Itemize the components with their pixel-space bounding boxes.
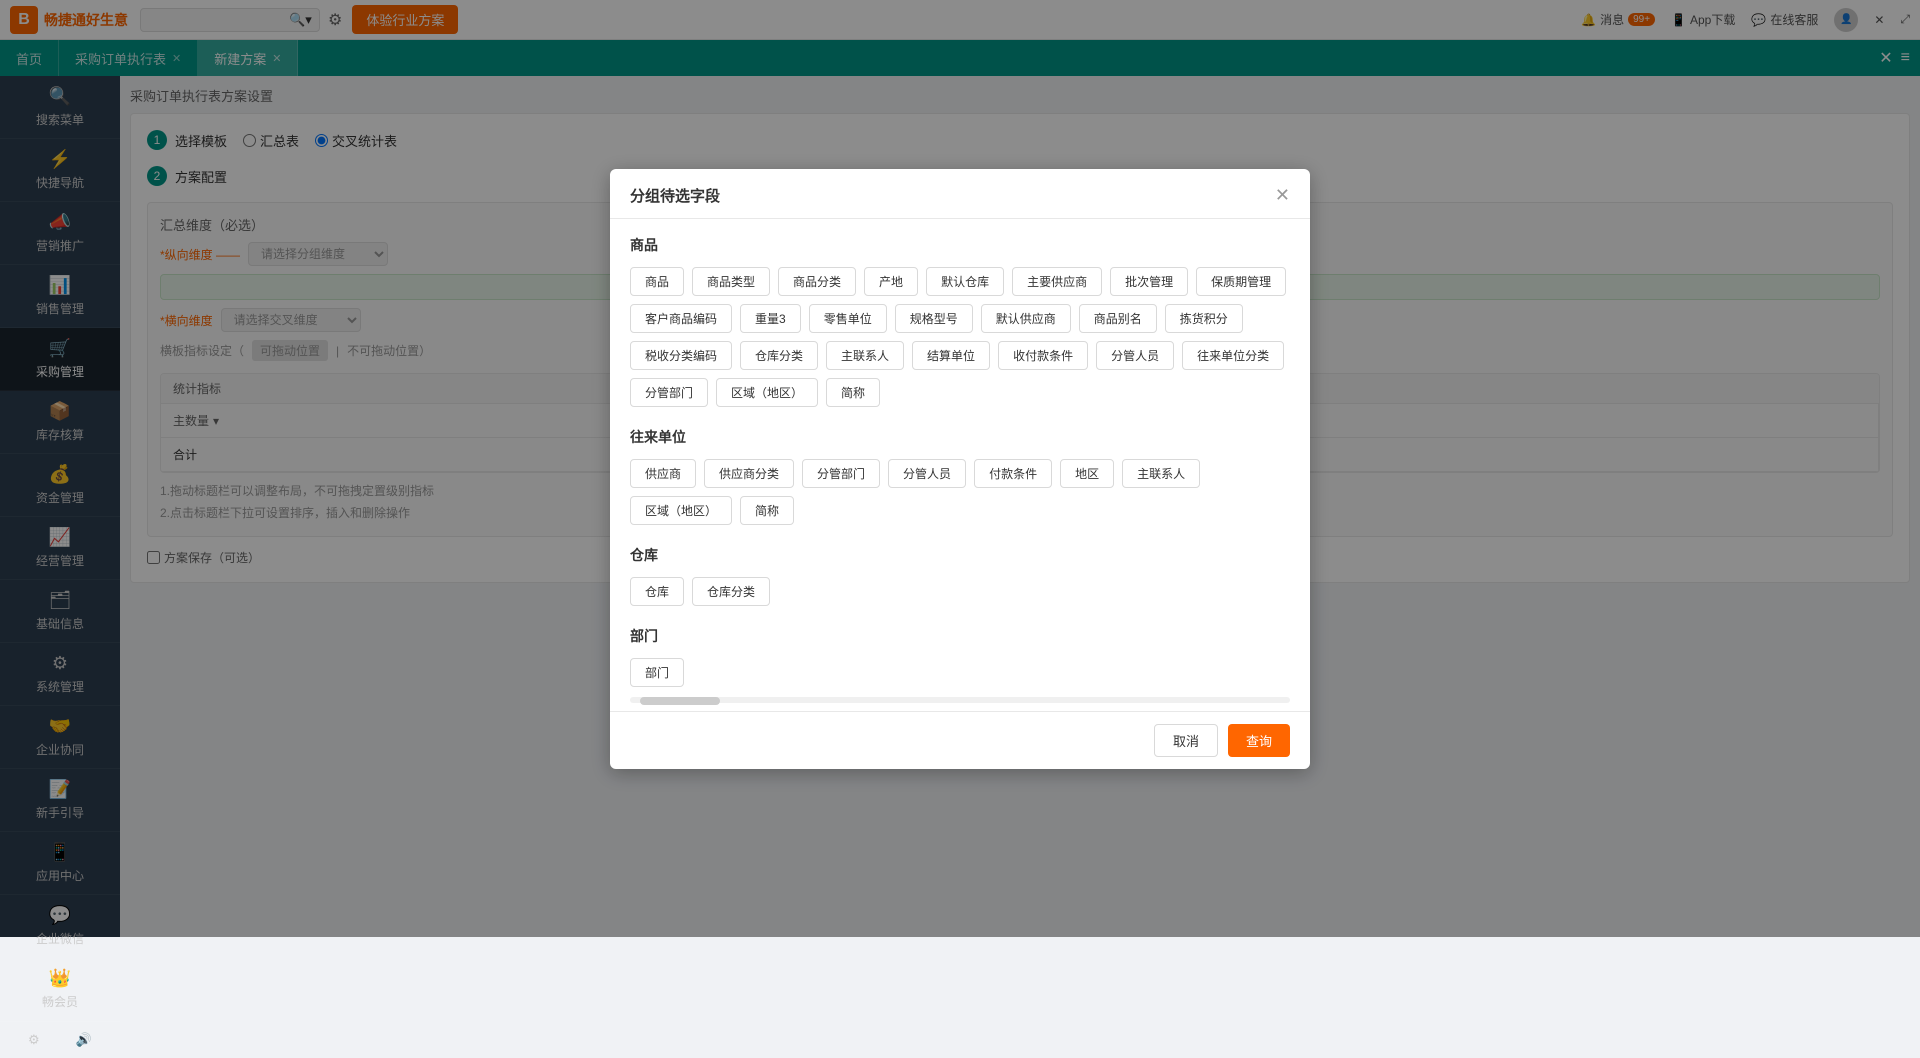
field-settlement-unit[interactable]: 结算单位	[912, 341, 990, 370]
field-district[interactable]: 地区	[1060, 459, 1114, 488]
field-abbr2[interactable]: 简称	[740, 496, 794, 525]
field-retail-unit[interactable]: 零售单位	[809, 304, 887, 333]
field-warehouse-cat[interactable]: 仓库分类	[692, 577, 770, 606]
section-partner-title: 往来单位	[630, 427, 1290, 447]
field-product[interactable]: 商品	[630, 267, 684, 296]
field-product-type[interactable]: 商品类型	[692, 267, 770, 296]
section-warehouse: 仓库 仓库 仓库分类	[630, 545, 1290, 606]
field-spec-model[interactable]: 规格型号	[895, 304, 973, 333]
field-mgmt-dept[interactable]: 分管部门	[802, 459, 880, 488]
modal-close-button[interactable]: ✕	[1275, 185, 1290, 206]
field-region[interactable]: 区域（地区）	[716, 378, 818, 407]
field-product-category[interactable]: 商品分类	[778, 267, 856, 296]
sidebar-audio-icon[interactable]: 🔊	[76, 1032, 92, 1048]
field-abbr[interactable]: 简称	[826, 378, 880, 407]
section-department: 部门 部门	[630, 626, 1290, 687]
modal-footer: 取消 查询	[610, 711, 1310, 769]
field-warehouse-category[interactable]: 仓库分类	[740, 341, 818, 370]
field-customer-code[interactable]: 客户商品编码	[630, 304, 732, 333]
field-supplier-category[interactable]: 供应商分类	[704, 459, 794, 488]
sidebar-item-member[interactable]: 👑 畅会员	[0, 958, 120, 1021]
field-tax-code[interactable]: 税收分类编码	[630, 341, 732, 370]
field-supplier[interactable]: 供应商	[630, 459, 696, 488]
modal-hscroll-thumb[interactable]	[640, 697, 720, 705]
field-payment-terms[interactable]: 收付款条件	[998, 341, 1088, 370]
field-warehouse[interactable]: 仓库	[630, 577, 684, 606]
cancel-button[interactable]: 取消	[1154, 724, 1218, 757]
field-default-supplier[interactable]: 默认供应商	[981, 304, 1071, 333]
member-icon: 👑	[49, 968, 71, 989]
field-select-modal: 分组待选字段 ✕ 商品 商品 商品类型 商品分类 产地 默认仓库 主要供应商 批…	[610, 169, 1310, 769]
field-main-supplier[interactable]: 主要供应商	[1012, 267, 1102, 296]
modal-title: 分组待选字段	[630, 185, 720, 206]
section-warehouse-title: 仓库	[630, 545, 1290, 565]
field-product-alias[interactable]: 商品别名	[1079, 304, 1157, 333]
field-shelf-life[interactable]: 保质期管理	[1196, 267, 1286, 296]
field-payment-condition[interactable]: 付款条件	[974, 459, 1052, 488]
field-default-warehouse[interactable]: 默认仓库	[926, 267, 1004, 296]
section-product: 商品 商品 商品类型 商品分类 产地 默认仓库 主要供应商 批次管理 保质期管理…	[630, 235, 1290, 407]
dept-fields: 部门	[630, 658, 1290, 687]
modal-overlay: 分组待选字段 ✕ 商品 商品 商品类型 商品分类 产地 默认仓库 主要供应商 批…	[0, 0, 1920, 937]
field-weight[interactable]: 重量3	[740, 304, 801, 333]
modal-header: 分组待选字段 ✕	[610, 169, 1310, 219]
sidebar-settings-icon[interactable]: ⚙	[28, 1032, 40, 1048]
product-fields: 商品 商品类型 商品分类 产地 默认仓库 主要供应商 批次管理 保质期管理 客户…	[630, 267, 1290, 407]
modal-body: 商品 商品 商品类型 商品分类 产地 默认仓库 主要供应商 批次管理 保质期管理…	[610, 219, 1310, 698]
field-main-contact2[interactable]: 主联系人	[1122, 459, 1200, 488]
field-batch-manage[interactable]: 批次管理	[1110, 267, 1188, 296]
field-origin[interactable]: 产地	[864, 267, 918, 296]
warehouse-fields: 仓库 仓库分类	[630, 577, 1290, 606]
sidebar-bottom: ⚙ 🔊	[0, 1021, 120, 1058]
field-region2[interactable]: 区域（地区）	[630, 496, 732, 525]
field-supervisor-dept[interactable]: 分管部门	[630, 378, 708, 407]
field-dept[interactable]: 部门	[630, 658, 684, 687]
field-supervisor[interactable]: 分管人员	[1096, 341, 1174, 370]
section-product-title: 商品	[630, 235, 1290, 255]
sidebar-member-label: 畅会员	[42, 993, 78, 1010]
field-partner-category[interactable]: 往来单位分类	[1182, 341, 1284, 370]
confirm-button[interactable]: 查询	[1228, 724, 1290, 757]
partner-fields: 供应商 供应商分类 分管部门 分管人员 付款条件 地区 主联系人 区域（地区） …	[630, 459, 1290, 525]
section-department-title: 部门	[630, 626, 1290, 646]
section-partner: 往来单位 供应商 供应商分类 分管部门 分管人员 付款条件 地区 主联系人 区域…	[630, 427, 1290, 525]
field-main-contact[interactable]: 主联系人	[826, 341, 904, 370]
field-pick-points[interactable]: 拣货积分	[1165, 304, 1243, 333]
field-mgmt-person[interactable]: 分管人员	[888, 459, 966, 488]
modal-hscroll[interactable]	[630, 697, 1290, 702]
